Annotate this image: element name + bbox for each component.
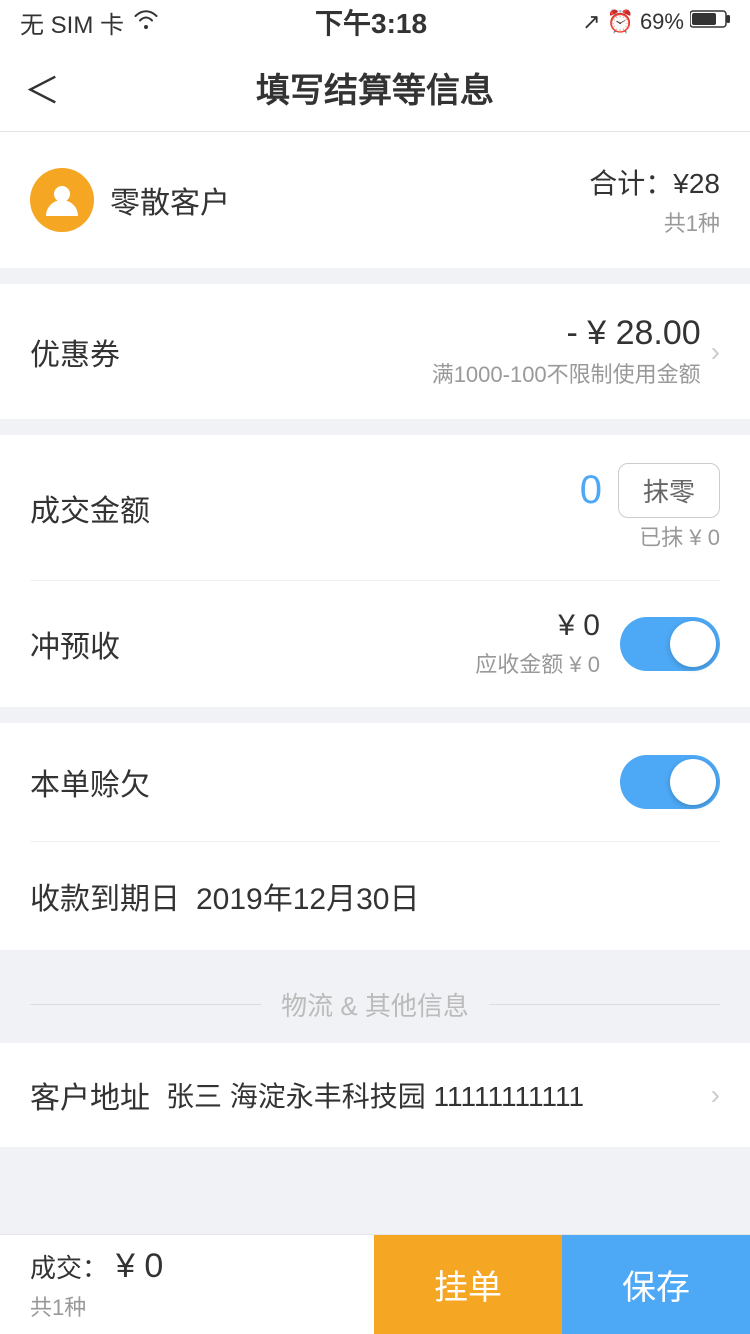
- customer-count: 共1种: [589, 206, 720, 238]
- prepay-right: ¥ 0 应收金额 ¥ 0: [475, 609, 600, 679]
- coupon-amount: - ¥ 28.00: [432, 314, 701, 353]
- debit-row: 本单赊欠: [0, 723, 750, 841]
- customer-avatar: [30, 168, 94, 232]
- deal-section: 成交金额 0 抹零 已抹 ¥ 0 冲预收 ¥ 0 应收金额 ¥ 0: [0, 435, 750, 707]
- prepay-label: 冲预收: [30, 622, 120, 666]
- wifi-icon: [132, 8, 160, 36]
- coupon-desc: 满1000-100不限制使用金额: [432, 357, 701, 389]
- bottom-count: 共1种: [30, 1290, 344, 1322]
- deal-right: 0 抹零: [580, 463, 720, 518]
- bottom-deal-amount: ¥ 0: [116, 1247, 163, 1286]
- coupon-label: 优惠券: [30, 330, 120, 374]
- prepay-amount: ¥ 0: [475, 609, 600, 643]
- page-title: 填写结算等信息: [256, 63, 494, 112]
- bottom-deal: 成交： ¥ 0: [30, 1247, 344, 1286]
- prepay-sub: 应收金额 ¥ 0: [475, 647, 600, 679]
- battery-text: 69%: [640, 9, 684, 35]
- deal-amount-row: 成交金额 0 抹零 已抹 ¥ 0: [0, 435, 750, 580]
- round-button[interactable]: 抹零: [618, 463, 720, 518]
- logistics-divider: 物流 & 其他信息: [0, 966, 750, 1043]
- due-date-row: 收款到期日 2019年12月30日: [0, 842, 750, 950]
- customer-name: 零散客户: [110, 178, 230, 222]
- debit-section: 本单赊欠 收款到期日 2019年12月30日: [0, 723, 750, 950]
- no-sim-text: 无 SIM 卡: [20, 5, 124, 40]
- coupon-chevron-icon: ›: [711, 336, 720, 368]
- status-right: ↗ ⏰ 69%: [582, 9, 730, 35]
- bottom-info: 成交： ¥ 0 共1种: [0, 1247, 374, 1322]
- status-time: 下午3:18: [315, 2, 427, 42]
- location-icon: ↗: [582, 9, 600, 35]
- coupon-right: - ¥ 28.00 满1000-100不限制使用金额: [432, 314, 701, 389]
- main-content: 零散客户 合计：¥28 共1种 优惠券 - ¥ 28.00 满1000-100不…: [0, 132, 750, 1273]
- bottom-bar: 成交： ¥ 0 共1种 挂单 保存: [0, 1234, 750, 1334]
- pending-button[interactable]: 挂单: [374, 1235, 562, 1334]
- deal-sub: 已抹 ¥ 0: [580, 520, 720, 552]
- save-button[interactable]: 保存: [562, 1235, 750, 1334]
- status-left: 无 SIM 卡: [20, 5, 160, 40]
- deal-value: 0: [580, 468, 602, 513]
- customer-left: 零散客户: [30, 168, 230, 232]
- prepay-toggle[interactable]: [620, 617, 720, 671]
- deal-label: 成交金额: [30, 486, 150, 530]
- coupon-section: 优惠券 - ¥ 28.00 满1000-100不限制使用金额 ›: [0, 284, 750, 419]
- alarm-icon: ⏰: [607, 9, 634, 35]
- address-section: 客户地址 张三 海淀永丰科技园 11111111111 ›: [0, 1043, 750, 1147]
- address-label: 客户地址: [30, 1073, 150, 1117]
- due-date-label: 收款到期日: [30, 874, 180, 918]
- debit-toggle[interactable]: [620, 755, 720, 809]
- address-row[interactable]: 客户地址 张三 海淀永丰科技园 11111111111 ›: [0, 1043, 750, 1147]
- back-button[interactable]: ＜: [24, 62, 60, 114]
- address-chevron-icon: ›: [711, 1079, 720, 1111]
- logistics-label: 物流 & 其他信息: [281, 986, 469, 1023]
- prepay-toggle-knob: [670, 621, 716, 667]
- customer-right: 合计：¥28 共1种: [589, 162, 720, 238]
- nav-bar: ＜ 填写结算等信息: [0, 44, 750, 132]
- address-value: 张三 海淀永丰科技园 11111111111: [166, 1075, 695, 1115]
- customer-total: 合计：¥28: [589, 162, 720, 202]
- due-date-value: 2019年12月30日: [196, 874, 419, 918]
- battery-icon: [690, 9, 730, 35]
- bottom-deal-label: 成交：: [30, 1248, 108, 1285]
- coupon-row[interactable]: 优惠券 - ¥ 28.00 满1000-100不限制使用金额 ›: [0, 284, 750, 419]
- prepay-row: 冲预收 ¥ 0 应收金额 ¥ 0: [0, 581, 750, 707]
- customer-section: 零散客户 合计：¥28 共1种: [0, 132, 750, 268]
- debit-toggle-knob: [670, 759, 716, 805]
- status-bar: 无 SIM 卡 下午3:18 ↗ ⏰ 69%: [0, 0, 750, 44]
- debit-label: 本单赊欠: [30, 760, 150, 804]
- customer-row: 零散客户 合计：¥28 共1种: [0, 132, 750, 268]
